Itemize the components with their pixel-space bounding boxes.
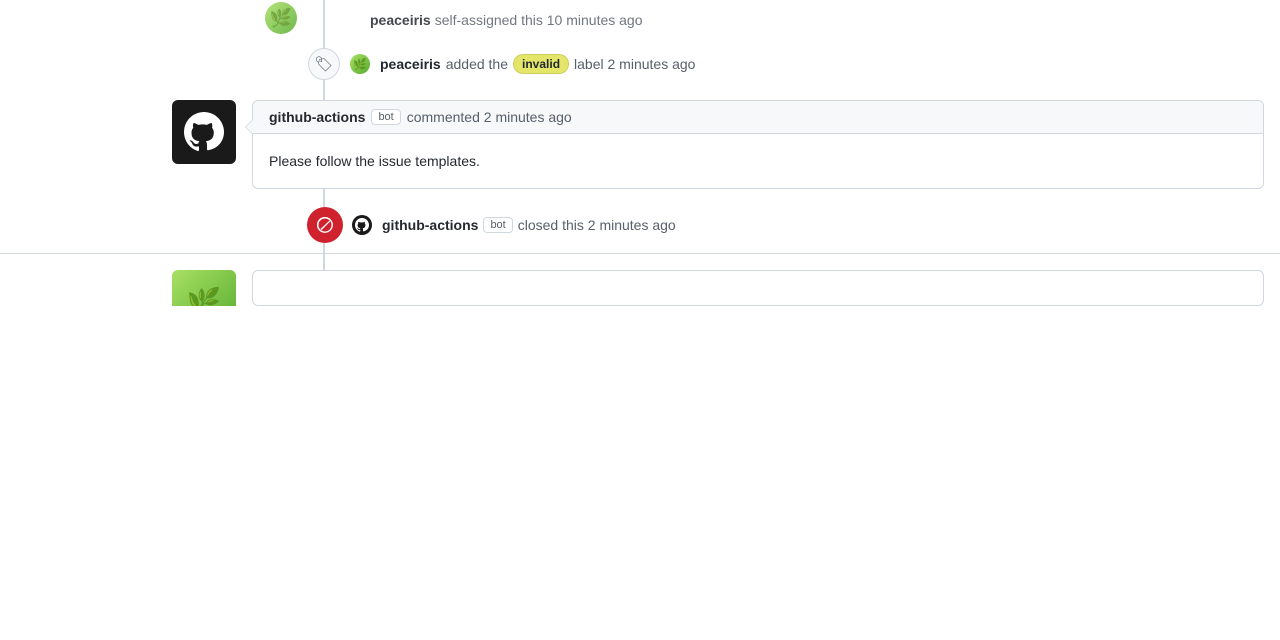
closed-event-action: closed this 2 minutes ago: [518, 217, 676, 233]
top-event-action: self-assigned this 10 minutes ago: [435, 12, 643, 28]
closed-icon: [307, 207, 343, 243]
github-actions-avatar-closed: [352, 215, 372, 235]
label-event-icon: 🏷: [308, 48, 340, 80]
comment-body: Please follow the issue templates.: [253, 134, 1263, 188]
closed-event-content: github-actions bot closed this 2 minutes…: [382, 217, 676, 233]
top-event-actor: peaceiris: [370, 12, 431, 28]
invalid-label-badge: invalid: [513, 54, 569, 74]
label-event-suffix: label 2 minutes ago: [574, 56, 695, 72]
github-actions-avatar-comment: [172, 100, 236, 164]
comment-bot-badge: bot: [371, 109, 400, 125]
bottom-comment-box-preview: [252, 270, 1264, 306]
peaceiris-avatar-bottom: 🌿: [172, 270, 236, 306]
label-event-action: added the: [446, 56, 508, 72]
comment-body-text: Please follow the issue templates.: [269, 153, 480, 169]
label-event-actor: peaceiris: [380, 56, 441, 72]
label-event-content: peaceiris added the invalid label 2 minu…: [380, 54, 695, 74]
comment-timestamp: commented 2 minutes ago: [407, 109, 572, 125]
closed-event-actor: github-actions: [382, 217, 478, 233]
comment-box: github-actions bot commented 2 minutes a…: [252, 100, 1264, 189]
closed-event-bot-badge: bot: [483, 217, 512, 233]
comment-author: github-actions: [269, 109, 365, 125]
comment-arrow-fill: [246, 120, 253, 134]
comment-header: github-actions bot commented 2 minutes a…: [253, 101, 1263, 134]
peaceiris-avatar-label: 🌿: [350, 54, 370, 74]
peaceiris-avatar-top: 🌿: [265, 2, 297, 34]
top-event-text: peaceiris self-assigned this 10 minutes …: [370, 8, 643, 28]
